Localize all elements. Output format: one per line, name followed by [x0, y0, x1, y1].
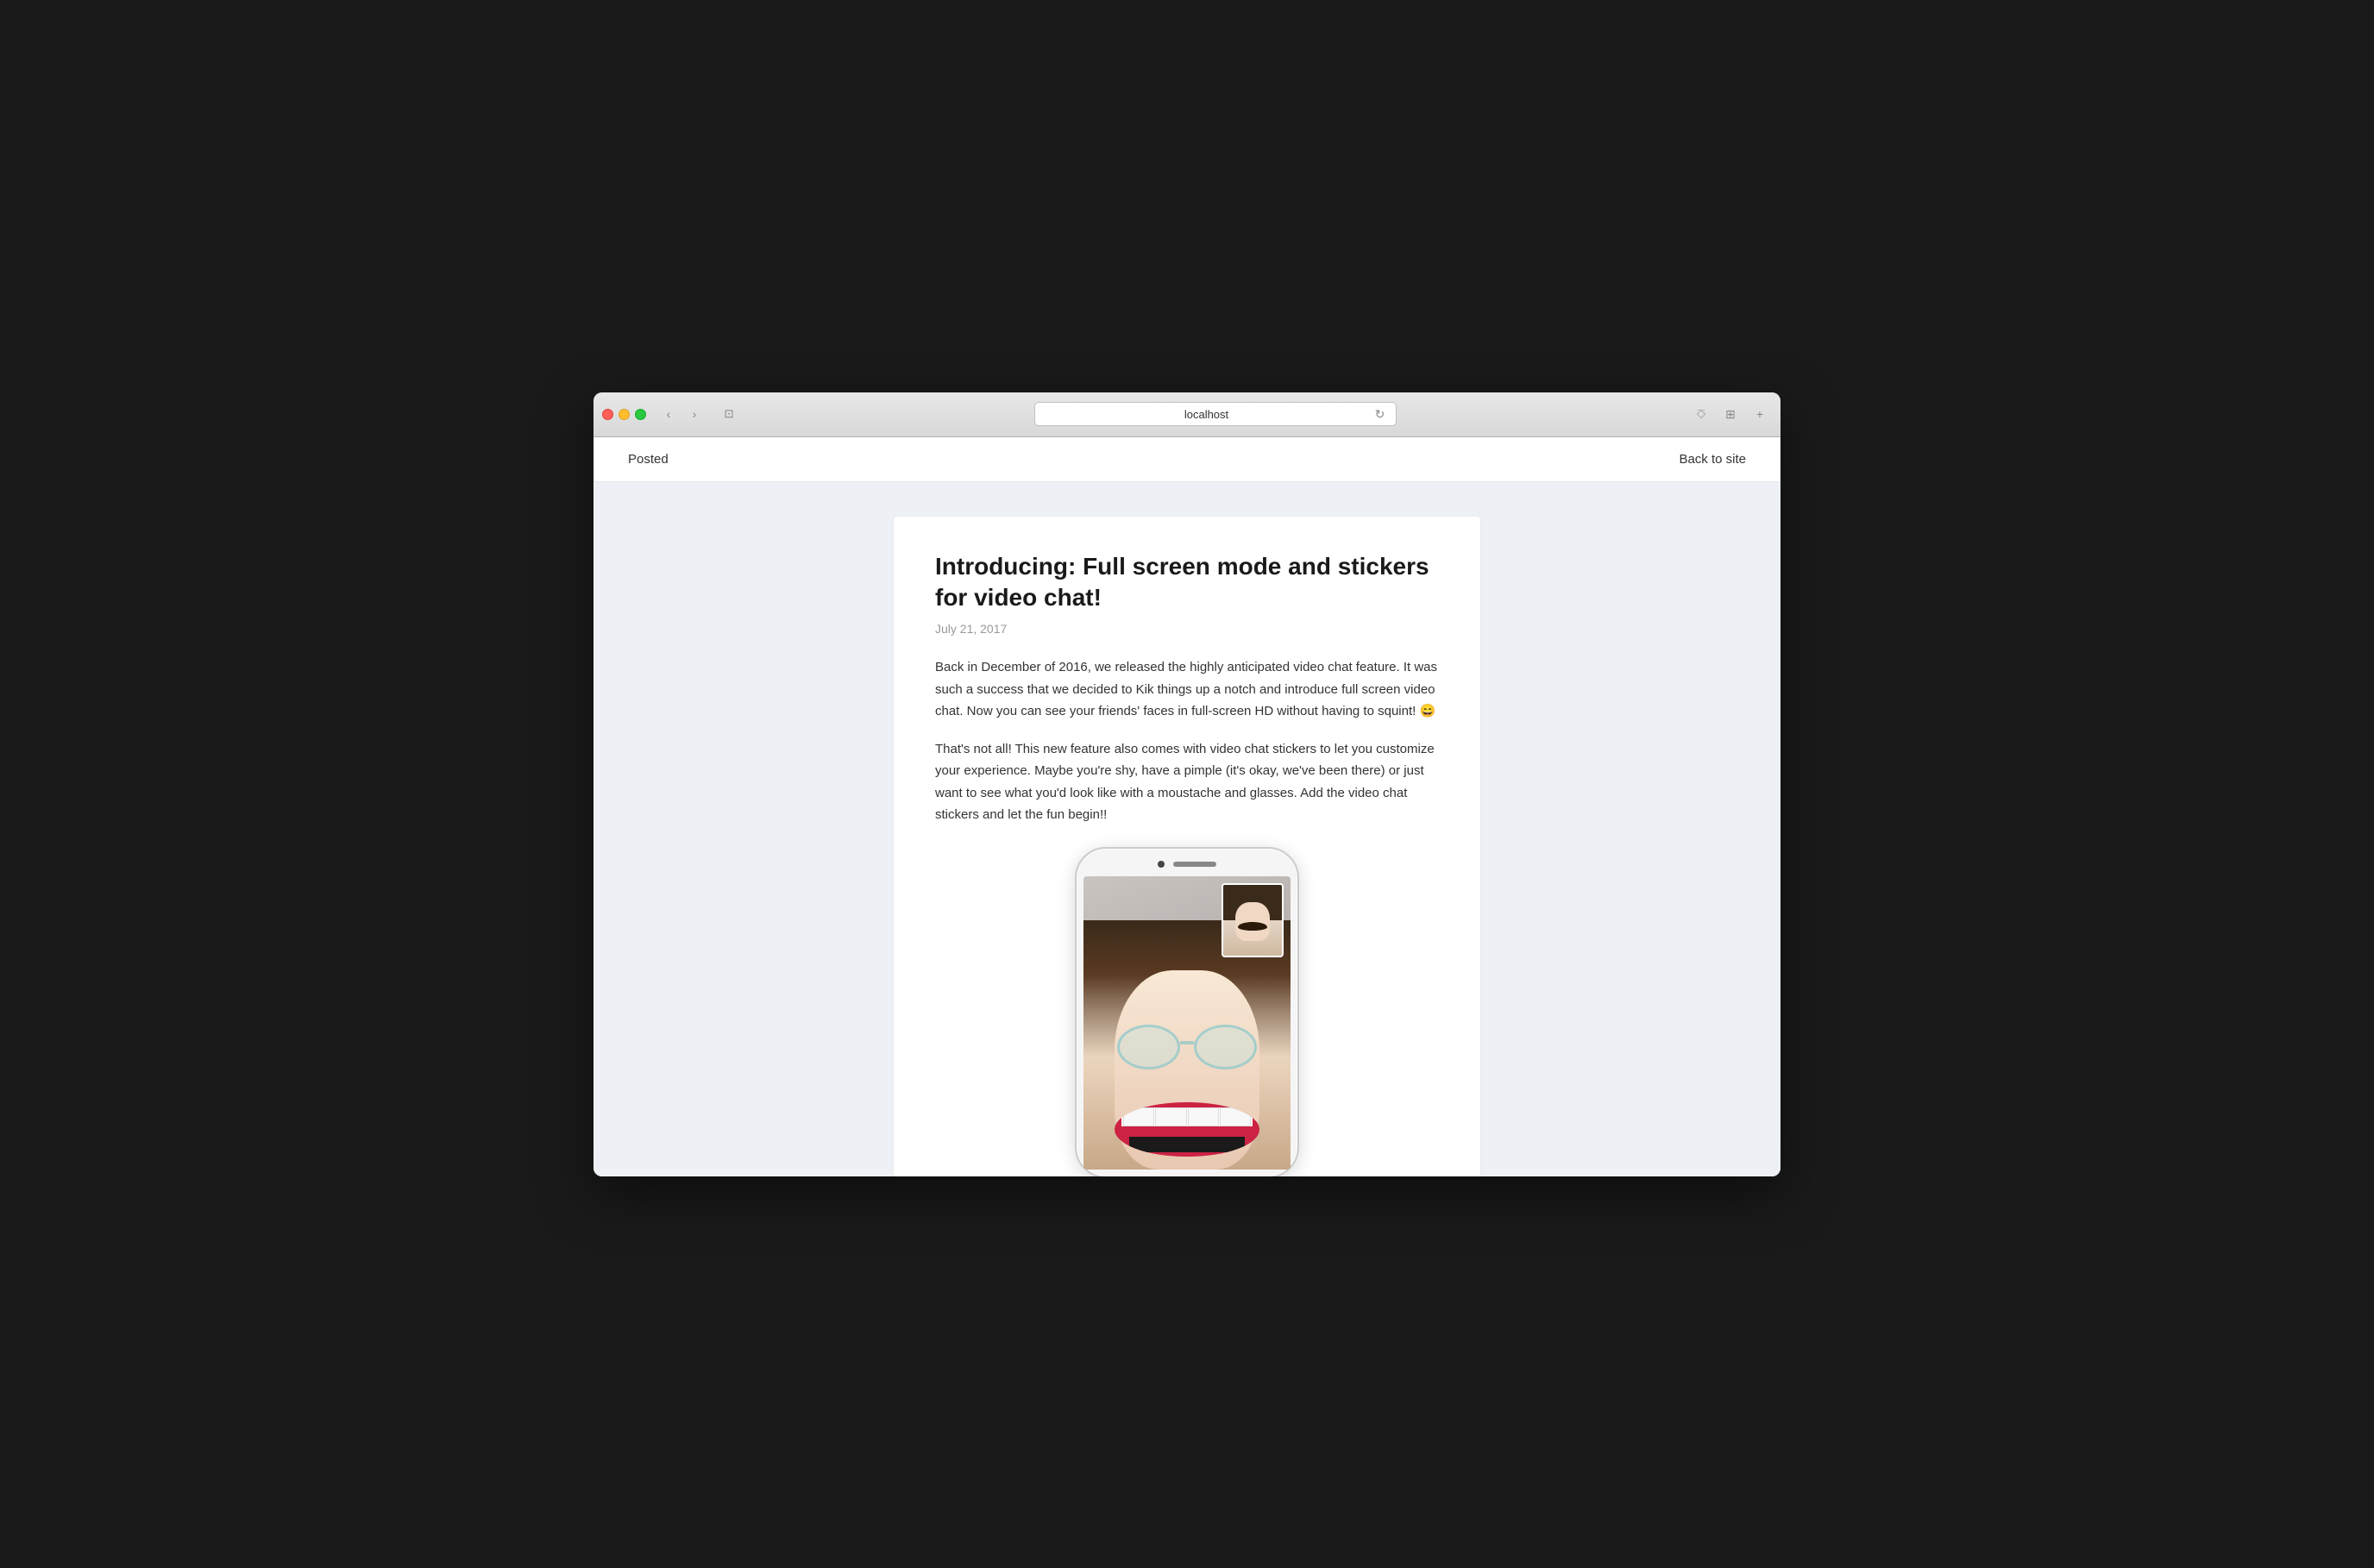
article-card: Introducing: Full screen mode and sticke… [894, 517, 1480, 1176]
tooth-2 [1155, 1107, 1186, 1126]
phone-mockup-container [935, 847, 1439, 1176]
add-tab-button[interactable]: + [1748, 402, 1772, 426]
phone-mockup [1075, 847, 1299, 1176]
glasses-bridge [1180, 1041, 1193, 1044]
pip-mustache [1238, 922, 1267, 931]
url-text: localhost [1184, 408, 1228, 421]
pip-video [1222, 883, 1284, 957]
back-to-site-link[interactable]: Back to site [1679, 452, 1746, 467]
add-tab-icon: + [1756, 407, 1763, 421]
phone-camera [1158, 861, 1165, 868]
nav-buttons: ‹ › [656, 402, 707, 426]
glasses-left-lens [1117, 1025, 1180, 1069]
mouth-teeth-bottom [1129, 1137, 1245, 1152]
article-title: Introducing: Full screen mode and sticke… [935, 551, 1439, 614]
phone-top-bar [1083, 861, 1291, 868]
sidebar-icon: ⊡ [724, 407, 733, 421]
article-body: Back in December of 2016, we released th… [935, 656, 1439, 826]
face-main [1083, 920, 1291, 1170]
share-button[interactable]: ⎏ [1689, 402, 1713, 426]
posted-label: Posted [628, 452, 669, 467]
video-main [1083, 876, 1291, 1170]
share-icon: ⎏ [1696, 407, 1705, 422]
minimize-button[interactable] [619, 409, 630, 420]
mouth-sticker [1115, 1102, 1259, 1157]
back-nav-icon: ‹ [667, 407, 671, 421]
article-date: July 21, 2017 [935, 622, 1439, 636]
article-paragraph-1: Back in December of 2016, we released th… [935, 656, 1439, 723]
page-content: Posted Back to site Introducing: Full sc… [594, 437, 1780, 1176]
pip-person [1223, 885, 1282, 956]
reload-icon: ↻ [1375, 407, 1385, 422]
traffic-lights [602, 409, 646, 420]
article-paragraph-2: That's not all! This new feature also co… [935, 738, 1439, 826]
tooth-1 [1123, 1107, 1154, 1126]
glasses-sticker [1104, 1025, 1270, 1069]
maximize-button[interactable] [635, 409, 646, 420]
phone-speaker [1173, 862, 1216, 867]
tooth-3 [1188, 1107, 1219, 1126]
sidebar-toggle-button[interactable]: ⊡ [717, 402, 741, 426]
address-bar[interactable]: localhost ↻ [1034, 402, 1397, 426]
new-tab-icon: ⊞ [1725, 407, 1736, 422]
main-scroll-area[interactable]: Introducing: Full screen mode and sticke… [594, 482, 1780, 1176]
glasses-right-lens [1194, 1025, 1257, 1069]
browser-actions: ⎏ ⊞ + [1689, 402, 1772, 426]
tooth-4 [1220, 1107, 1251, 1126]
close-button[interactable] [602, 409, 613, 420]
reload-button[interactable]: ↻ [1372, 405, 1389, 423]
browser-chrome: ‹ › ⊡ localhost ↻ ⎏ ⊞ + [594, 392, 1780, 437]
new-tab-button[interactable]: ⊞ [1718, 402, 1743, 426]
back-nav-button[interactable]: ‹ [656, 402, 681, 426]
address-bar-container: localhost ↻ [755, 402, 1675, 426]
forward-nav-button[interactable]: › [682, 402, 707, 426]
browser-window: ‹ › ⊡ localhost ↻ ⎏ ⊞ + [594, 392, 1780, 1176]
phone-screen [1083, 876, 1291, 1170]
mouth-teeth-top [1121, 1107, 1252, 1126]
forward-nav-icon: › [693, 407, 697, 421]
top-bar: Posted Back to site [594, 437, 1780, 482]
